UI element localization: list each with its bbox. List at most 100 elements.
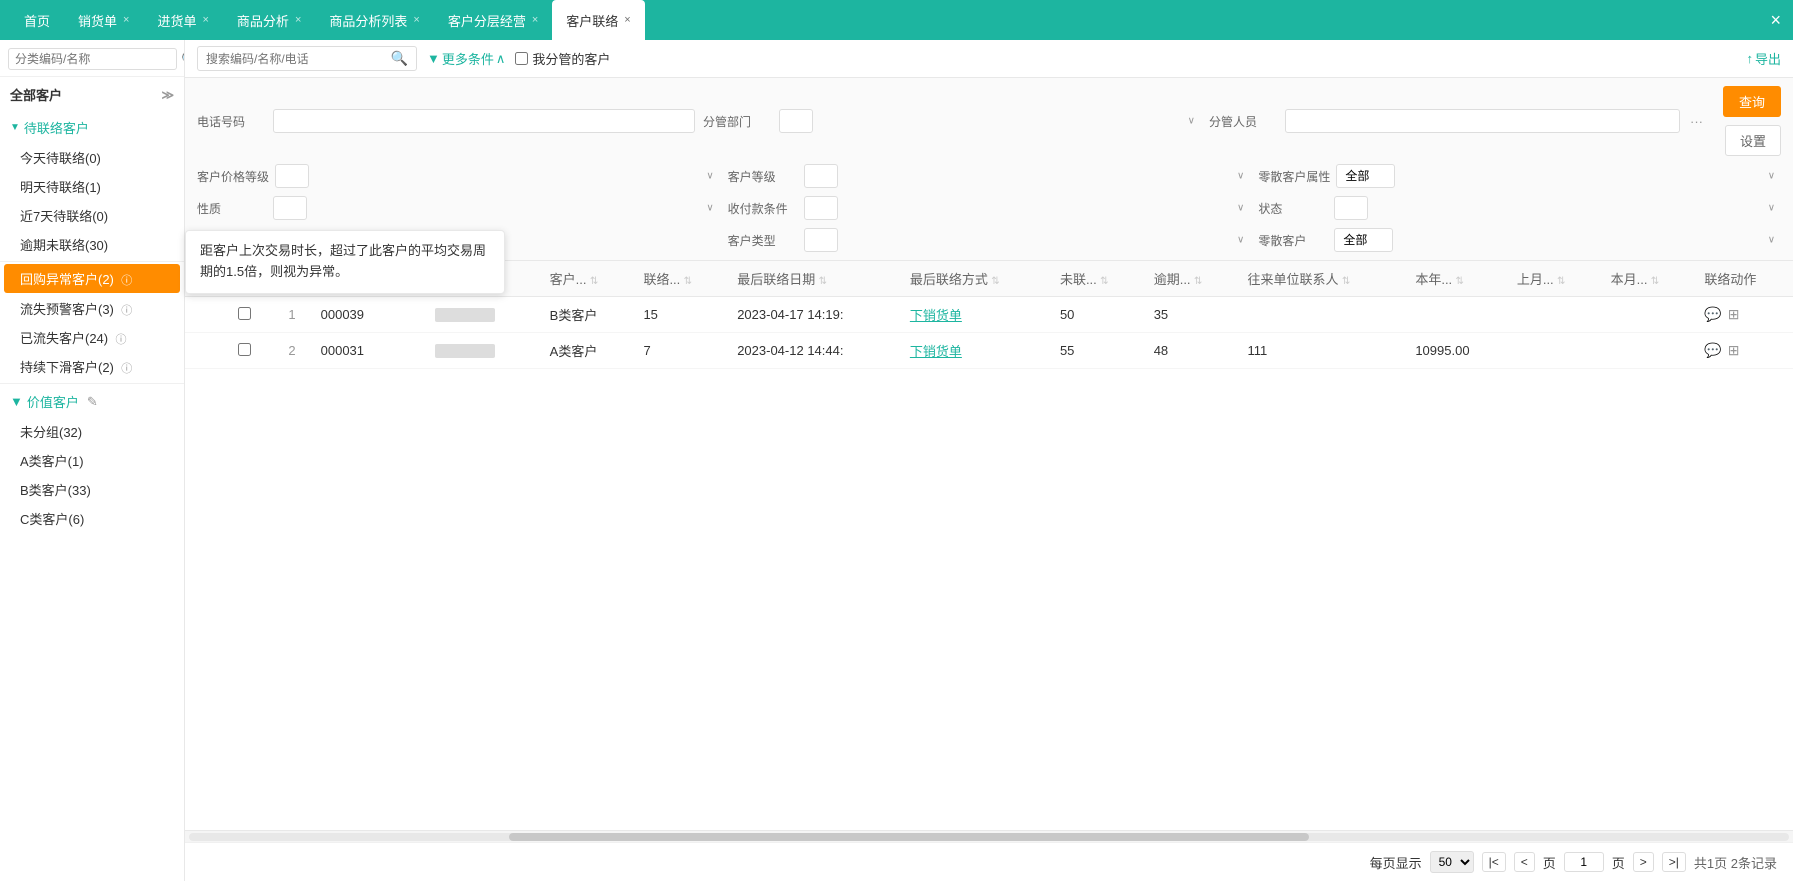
sidebar-item-ungroup[interactable]: 未分组(32) <box>0 417 184 446</box>
last-contact-method-col-header[interactable]: 最后联络方式 <box>900 261 1050 297</box>
value-edit-icon[interactable]: ✎ <box>87 394 98 410</box>
retail-customer-select-wrap: 全部 <box>1334 228 1781 252</box>
sidebar-item-b-class[interactable]: B类客户(33) <box>0 475 184 504</box>
pending-group-title[interactable]: ▼ 待联络客户 <box>0 112 184 143</box>
query-button[interactable]: 查询 <box>1723 86 1781 117</box>
search-icon[interactable]: 🔍 <box>391 50 408 67</box>
row-no-contact: 55 <box>1050 333 1144 369</box>
export-icon: ↑ <box>1746 51 1753 66</box>
collapse-icon[interactable]: ≫ <box>161 88 174 102</box>
payment-field: 收付款条件 <box>728 196 1251 220</box>
payment-select[interactable] <box>804 196 838 220</box>
close-purchase-icon[interactable]: × <box>202 14 208 26</box>
row-settings <box>185 333 228 369</box>
row-checkbox[interactable] <box>238 343 251 356</box>
nav-tab-customer-layer[interactable]: 客户分层经营 × <box>434 0 552 40</box>
sidebar-search-button[interactable]: 🔍 <box>181 51 185 68</box>
sidebar-item-overdue[interactable]: 逾期未联络(30) <box>0 230 184 259</box>
next-page-button[interactable]: > <box>1633 852 1654 872</box>
price-level-select[interactable] <box>275 164 309 188</box>
declining-info-icon[interactable]: ⓘ <box>121 363 132 375</box>
gender-select[interactable] <box>273 196 307 220</box>
close-customer-layer-icon[interactable]: × <box>532 14 538 26</box>
sidebar-search-area: 🔍 <box>0 40 184 77</box>
nav-tab-home[interactable]: 首页 <box>10 0 64 40</box>
lost-warning-info-icon[interactable]: ⓘ <box>121 305 132 317</box>
retail-customer-field: 零散客户 全部 <box>1258 228 1781 252</box>
last-contact-date-col-header[interactable]: 最后联络日期 <box>727 261 900 297</box>
contact-icon[interactable]: ⊞ <box>1728 306 1740 323</box>
nav-tab-product-analysis[interactable]: 商品分析 × <box>223 0 315 40</box>
contact-method-link-2[interactable]: 下销货单 <box>910 344 962 359</box>
window-close-button[interactable]: × <box>1770 11 1781 29</box>
retail-customer-select[interactable]: 全部 <box>1334 228 1393 252</box>
page-input[interactable] <box>1564 852 1604 872</box>
level-col-header[interactable]: 客户... <box>540 261 634 297</box>
customer-level-select[interactable] <box>804 164 838 188</box>
page-label-end: 页 <box>1612 853 1625 872</box>
retail-attr-label: 零散客户属性 <box>1258 168 1330 185</box>
customer-type-label: 客户类型 <box>728 232 798 249</box>
status-select[interactable] <box>1334 196 1368 220</box>
sidebar-item-tomorrow[interactable]: 明天待联络(1) <box>0 172 184 201</box>
sidebar-item-today[interactable]: 今天待联络(0) <box>0 143 184 172</box>
scrollbar-thumb[interactable] <box>509 833 1309 841</box>
close-customer-contact-icon[interactable]: × <box>624 14 630 26</box>
sidebar-item-lost-warning[interactable]: 流失预警客户(3) ⓘ <box>0 294 184 323</box>
sidebar-search-input[interactable] <box>8 48 177 70</box>
chat-icon[interactable]: 💬 <box>1704 306 1721 323</box>
nav-tab-customer-contact[interactable]: 客户联络 × <box>552 0 644 40</box>
close-product-analysis-icon[interactable]: × <box>295 14 301 26</box>
nav-tab-product-list[interactable]: 商品分析列表 × <box>315 0 433 40</box>
abnormal-info-icon[interactable]: ⓘ <box>121 275 132 287</box>
dept-select[interactable] <box>779 109 813 133</box>
sidebar-item-c-class[interactable]: C类客户(6) <box>0 504 184 533</box>
this-year-col-header[interactable]: 本年... <box>1405 261 1507 297</box>
row-checkbox-cell <box>228 297 273 333</box>
more-conditions-button[interactable]: ▼ 更多条件 ∧ <box>427 49 505 68</box>
manager-input[interactable] <box>1285 109 1680 133</box>
nav-tab-purchase[interactable]: 进货单 × <box>143 0 222 40</box>
row-name <box>425 333 540 369</box>
manager-ellipsis[interactable]: ··· <box>1686 114 1707 129</box>
export-button[interactable]: ↑ 导出 <box>1746 49 1781 68</box>
company-contact-col-header[interactable]: 往来单位联系人 <box>1237 261 1405 297</box>
contact-icon-2[interactable]: ⊞ <box>1728 342 1740 359</box>
contact-method-link[interactable]: 下销货单 <box>910 308 962 323</box>
status-field: 状态 <box>1258 196 1781 220</box>
status-label: 状态 <box>1258 200 1328 217</box>
value-group-title[interactable]: ▼ 价值客户 ✎ <box>0 386 184 417</box>
sidebar-item-7days[interactable]: 近7天待联络(0) <box>0 201 184 230</box>
this-month-col-header[interactable]: 本月... <box>1601 261 1695 297</box>
top-nav: 首页 销货单 × 进货单 × 商品分析 × 商品分析列表 × 客户分层经营 × … <box>0 0 1793 40</box>
sidebar-item-a-class[interactable]: A类客户(1) <box>0 446 184 475</box>
first-page-button[interactable]: |< <box>1482 852 1506 872</box>
retail-attr-select[interactable]: 全部 <box>1336 164 1395 188</box>
phone-input[interactable] <box>273 109 695 133</box>
prev-page-button[interactable]: < <box>1514 852 1535 872</box>
last-page-button[interactable]: >| <box>1662 852 1686 872</box>
sidebar-item-lost[interactable]: 已流失客户(24) ⓘ <box>0 323 184 352</box>
search-input[interactable] <box>206 52 391 66</box>
all-customers-title[interactable]: 全部客户 ≫ <box>0 77 184 112</box>
sidebar-item-abnormal[interactable]: 回购异常客户(2) ⓘ <box>4 264 180 293</box>
row-checkbox[interactable] <box>238 307 251 320</box>
settings-button[interactable]: 设置 <box>1725 125 1781 156</box>
lost-info-icon[interactable]: ⓘ <box>115 334 126 346</box>
chevron-down-icon: ∧ <box>496 51 506 67</box>
no-contact-col-header[interactable]: 未联... <box>1050 261 1144 297</box>
overdue-col-header[interactable]: 逾期... <box>1144 261 1238 297</box>
horizontal-scrollbar[interactable] <box>185 830 1793 842</box>
contact-col-header[interactable]: 联络... <box>633 261 727 297</box>
sidebar-item-declining[interactable]: 持续下滑客户(2) ⓘ <box>0 352 184 381</box>
my-customer-checkbox[interactable] <box>515 52 528 65</box>
customer-type-field: 客户类型 <box>728 228 1251 252</box>
close-product-list-icon[interactable]: × <box>413 14 419 26</box>
customer-level-label: 客户等级 <box>728 168 798 185</box>
customer-type-select[interactable] <box>804 228 838 252</box>
per-page-select[interactable]: 50 <box>1430 851 1474 873</box>
last-month-col-header[interactable]: 上月... <box>1507 261 1601 297</box>
close-sales-icon[interactable]: × <box>123 14 129 26</box>
chat-icon-2[interactable]: 💬 <box>1704 342 1721 359</box>
nav-tab-sales[interactable]: 销货单 × <box>64 0 143 40</box>
